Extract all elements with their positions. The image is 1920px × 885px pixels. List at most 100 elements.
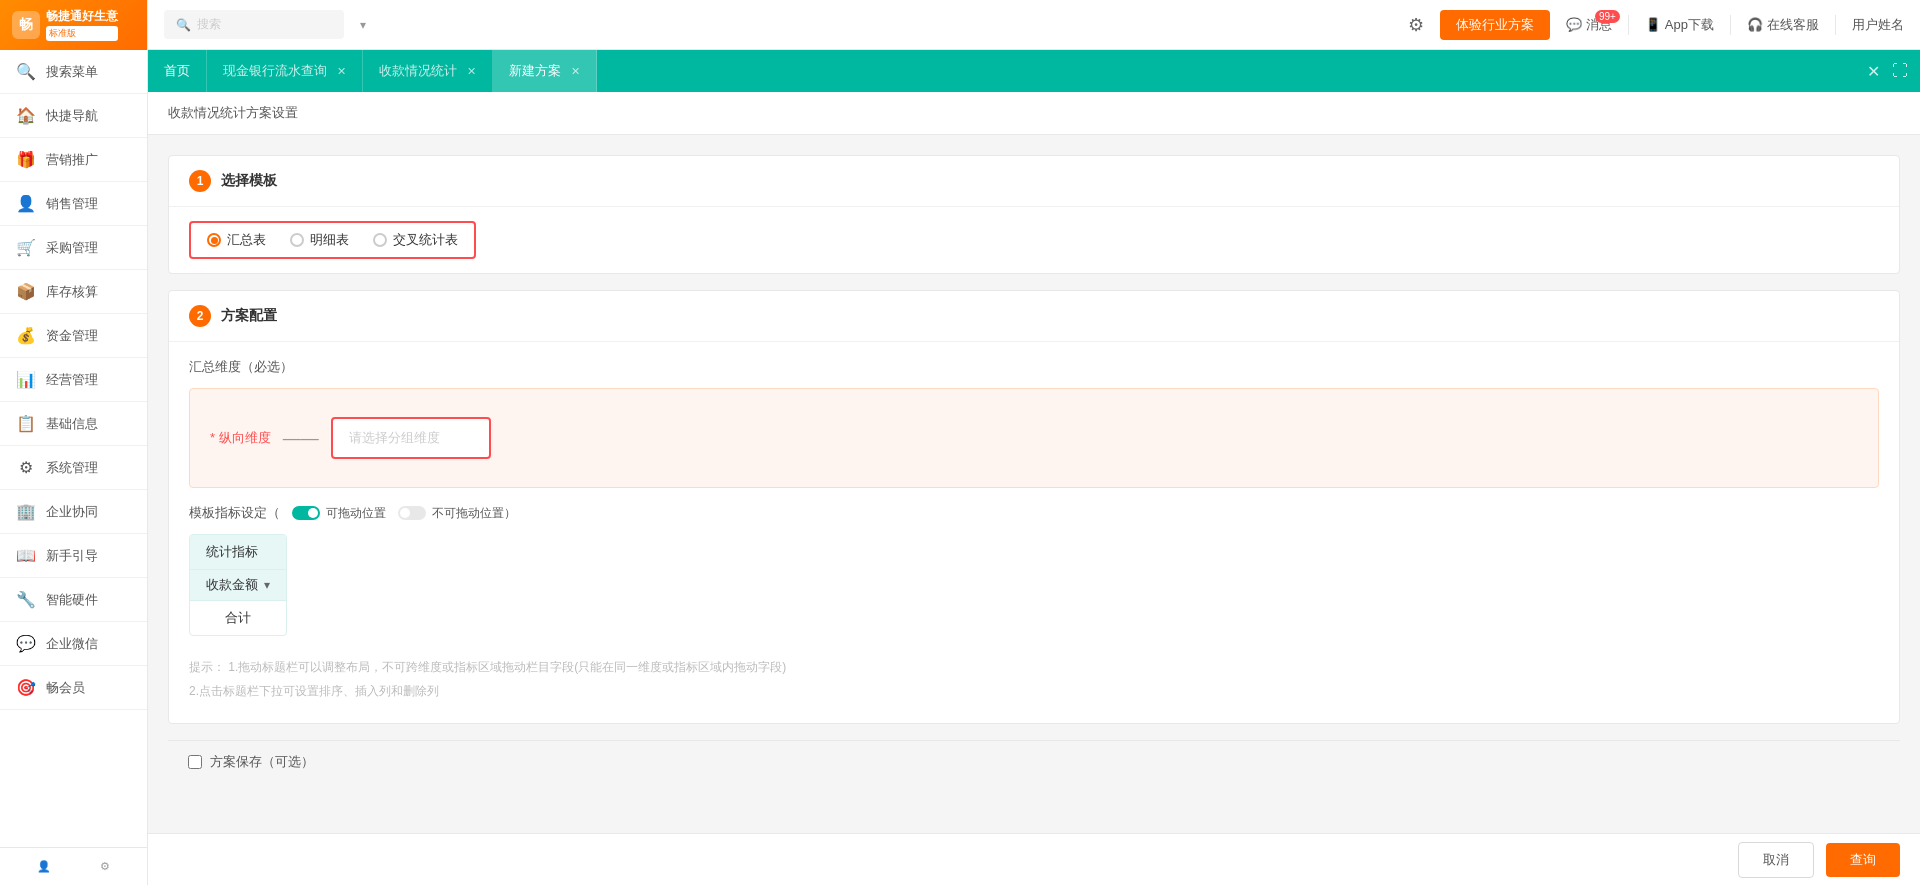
- sidebar-item-quick-nav[interactable]: 🏠 快捷导航: [0, 94, 147, 138]
- dimension-select-box[interactable]: 请选择分组维度: [331, 417, 491, 459]
- metrics-item-dropdown-icon[interactable]: ▾: [264, 578, 270, 592]
- dimension-arrow-icon: ——: [283, 428, 319, 449]
- main-content: 🔍 搜索 ▾ ⚙ 体验行业方案 💬 消息 99+ 📱 App下载 🎧: [148, 0, 1920, 885]
- sidebar-nav: 🔍 搜索菜单 🏠 快捷导航 🎁 营销推广 👤 销售管理 🛒 采购管理 📦 库存核…: [0, 50, 147, 847]
- sidebar-item-business[interactable]: 📊 经营管理: [0, 358, 147, 402]
- sidebar-item-wechat[interactable]: 💬 企业微信: [0, 622, 147, 666]
- step1-header: 1 选择模板: [169, 156, 1899, 207]
- sidebar-item-label: 采购管理: [46, 239, 98, 257]
- sidebar-item-label: 经营管理: [46, 371, 98, 389]
- sidebar-item-guide[interactable]: 📖 新手引导: [0, 534, 147, 578]
- metrics-header: 模板指标设定（ 可拖动位置 不可拖动位置）: [189, 504, 1879, 522]
- trial-button[interactable]: 体验行业方案: [1440, 10, 1550, 40]
- topbar-search-box[interactable]: 🔍 搜索: [164, 10, 344, 39]
- sales-icon: 👤: [16, 194, 36, 213]
- message-badge: 99+: [1595, 10, 1620, 23]
- sidebar-item-member[interactable]: 🎯 畅会员: [0, 666, 147, 710]
- radio-detail[interactable]: 明细表: [290, 231, 349, 249]
- radio-summary-label: 汇总表: [227, 231, 266, 249]
- hint-1: 提示： 1.拖动标题栏可以调整布局，不可跨维度或指标区域拖动栏目字段(只能在同一…: [189, 655, 1879, 679]
- save-checkbox[interactable]: [188, 755, 202, 769]
- tab-bank-flow-label: 现金银行流水查询: [223, 62, 327, 80]
- sidebar-item-inventory[interactable]: 📦 库存核算: [0, 270, 147, 314]
- sidebar-item-search-menu[interactable]: 🔍 搜索菜单: [0, 50, 147, 94]
- topbar-chevron-icon[interactable]: ▾: [360, 18, 366, 32]
- sidebar-bottom-btn-2[interactable]: ⚙: [100, 860, 110, 873]
- tab-bank-flow[interactable]: 现金银行流水查询 ✕: [207, 50, 363, 92]
- sidebar-item-smart-hw[interactable]: 🔧 智能硬件: [0, 578, 147, 622]
- toggle-draggable-btn[interactable]: [292, 506, 320, 520]
- template-selection-box: 汇总表 明细表 交叉统计表: [189, 221, 476, 259]
- sidebar-item-label: 基础信息: [46, 415, 98, 433]
- page-header-text: 收款情况统计方案设置: [168, 105, 298, 120]
- search-placeholder-text: 搜索: [197, 16, 221, 33]
- toggle-fixed-label: 不可拖动位置）: [432, 505, 516, 522]
- radio-cross[interactable]: 交叉统计表: [373, 231, 458, 249]
- tabbar-actions: ✕ ⛶: [1855, 50, 1920, 92]
- cancel-button[interactable]: 取消: [1738, 842, 1814, 878]
- marketing-icon: 🎁: [16, 150, 36, 169]
- app-download-button[interactable]: 📱 App下载: [1645, 16, 1714, 34]
- sidebar-item-label: 系统管理: [46, 459, 98, 477]
- radio-cross-circle: [373, 233, 387, 247]
- sidebar: 畅 畅捷通好生意 标准版 🔍 搜索菜单 🏠 快捷导航 🎁 营销推广 👤 销售管理…: [0, 0, 148, 885]
- tabbar: 首页 现金银行流水查询 ✕ 收款情况统计 ✕ 新建方案 ✕ ✕ ⛶: [148, 50, 1920, 92]
- sidebar-item-basic-info[interactable]: 📋 基础信息: [0, 402, 147, 446]
- business-icon: 📊: [16, 370, 36, 389]
- settings-icon[interactable]: ⚙: [1408, 14, 1424, 36]
- support-icon: 🎧: [1747, 17, 1763, 32]
- user-name-label[interactable]: 用户姓名: [1852, 16, 1904, 34]
- sidebar-item-label: 库存核算: [46, 283, 98, 301]
- tab-new-plan-close[interactable]: ✕: [571, 65, 580, 78]
- sidebar-item-label: 资金管理: [46, 327, 98, 345]
- message-button[interactable]: 💬 消息 99+: [1566, 16, 1612, 34]
- dimension-subtitle: 汇总维度（必选）: [189, 358, 1879, 376]
- radio-summary[interactable]: 汇总表: [207, 231, 266, 249]
- sidebar-item-enterprise[interactable]: 🏢 企业协同: [0, 490, 147, 534]
- tab-bank-flow-close[interactable]: ✕: [337, 65, 346, 78]
- basic-info-icon: 📋: [16, 414, 36, 433]
- quick-nav-icon: 🏠: [16, 106, 36, 125]
- sidebar-item-marketing[interactable]: 🎁 营销推广: [0, 138, 147, 182]
- tab-collection-stat-close[interactable]: ✕: [467, 65, 476, 78]
- purchase-icon: 🛒: [16, 238, 36, 257]
- tab-new-plan[interactable]: 新建方案 ✕: [493, 50, 597, 92]
- expand-window-icon[interactable]: ⛶: [1892, 62, 1908, 80]
- metrics-item-name: 收款金额: [206, 576, 258, 594]
- step2-section: 2 方案配置 汇总维度（必选） * 纵向维度 —— 请选择分组维度: [168, 290, 1900, 724]
- sidebar-item-label: 搜索菜单: [46, 63, 98, 81]
- hint-2: 2.点击标题栏下拉可设置排序、插入列和删除列: [189, 679, 1879, 703]
- online-support-button[interactable]: 🎧 在线客服: [1747, 16, 1819, 34]
- metrics-grid: 统计指标 收款金额 ▾ 合计: [189, 534, 287, 636]
- save-bar: 方案保存（可选）: [168, 740, 1900, 783]
- query-button[interactable]: 查询: [1826, 843, 1900, 877]
- tab-home[interactable]: 首页: [148, 50, 207, 92]
- page-header: 收款情况统计方案设置: [148, 92, 1920, 135]
- tab-collection-stat[interactable]: 收款情况统计 ✕: [363, 50, 493, 92]
- sidebar-bottom: 👤 ⚙: [0, 847, 147, 885]
- page-body: 1 选择模板 汇总表 明细表: [148, 135, 1920, 803]
- smart-hw-icon: 🔧: [16, 590, 36, 609]
- dimension-row-label: * 纵向维度: [210, 429, 271, 447]
- sidebar-item-finance[interactable]: 💰 资金管理: [0, 314, 147, 358]
- metrics-title-text: 模板指标设定（: [189, 504, 280, 522]
- step2-header: 2 方案配置: [169, 291, 1899, 342]
- logo-badge: 标准版: [46, 26, 118, 41]
- member-icon: 🎯: [16, 678, 36, 697]
- sidebar-item-sales[interactable]: 👤 销售管理: [0, 182, 147, 226]
- metrics-item-row: 收款金额 ▾: [190, 570, 286, 601]
- sidebar-bottom-btn-1[interactable]: 👤: [37, 860, 51, 873]
- tab-home-label: 首页: [164, 62, 190, 80]
- sidebar-item-system[interactable]: ⚙ 系统管理: [0, 446, 147, 490]
- metrics-toggle-draggable: 可拖动位置: [292, 505, 386, 522]
- toggle-fixed-btn[interactable]: [398, 506, 426, 520]
- sidebar-item-label: 新手引导: [46, 547, 98, 565]
- close-window-icon[interactable]: ✕: [1867, 62, 1880, 81]
- sidebar-item-purchase[interactable]: 🛒 采购管理: [0, 226, 147, 270]
- dimension-area: * 纵向维度 —— 请选择分组维度: [189, 388, 1879, 488]
- save-label: 方案保存（可选）: [210, 753, 314, 771]
- metrics-grid-header: 统计指标: [190, 535, 286, 570]
- step1-number: 1: [189, 170, 211, 192]
- step1-section: 1 选择模板 汇总表 明细表: [168, 155, 1900, 274]
- toggle-draggable-knob: [308, 508, 318, 518]
